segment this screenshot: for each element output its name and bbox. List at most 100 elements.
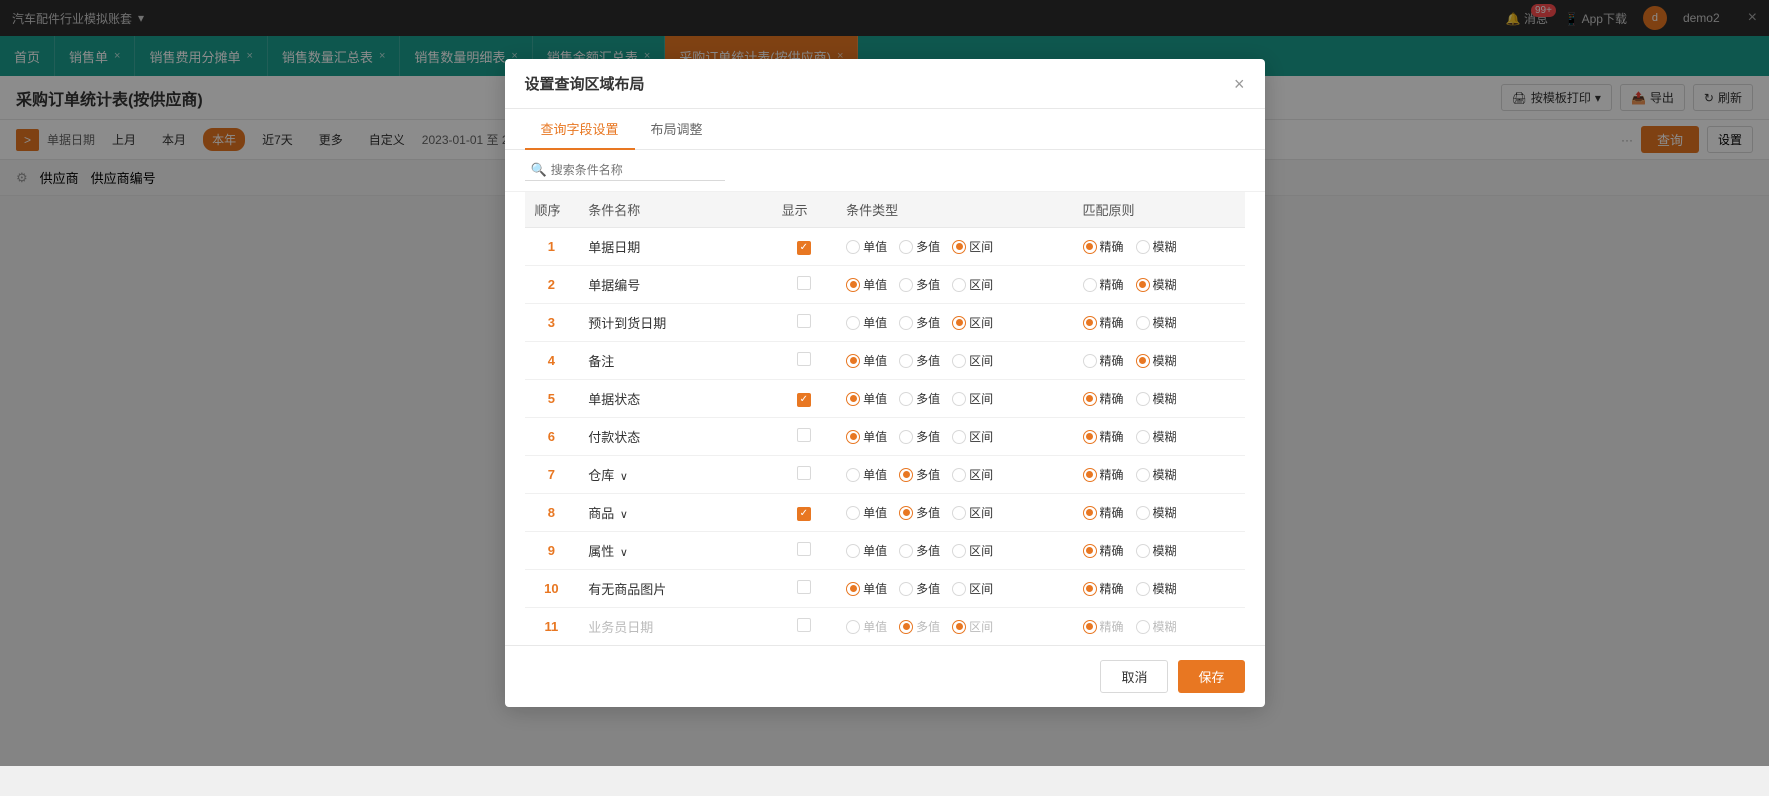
type-single-radio[interactable]: 单值 (846, 580, 887, 597)
type-single-radio[interactable]: 单值 (846, 428, 887, 445)
type-single-radio-circle[interactable] (846, 278, 860, 292)
type-range-radio[interactable]: 区间 (952, 542, 993, 559)
match-exact-radio-circle[interactable] (1083, 430, 1097, 444)
display-checkbox[interactable] (797, 352, 811, 366)
type-range-radio[interactable]: 区间 (952, 428, 993, 445)
match-fuzzy-radio-circle[interactable] (1136, 620, 1150, 634)
row-display[interactable] (772, 570, 836, 608)
type-range-radio[interactable]: 区间 (952, 390, 993, 407)
type-multi-radio[interactable]: 多值 (899, 580, 940, 597)
display-checkbox[interactable] (797, 428, 811, 442)
type-multi-radio-circle[interactable] (899, 544, 913, 558)
type-multi-radio-circle[interactable] (899, 392, 913, 406)
save-button[interactable]: 保存 (1178, 660, 1244, 693)
match-fuzzy-radio[interactable]: 模糊 (1136, 618, 1177, 635)
match-fuzzy-radio-circle[interactable] (1136, 392, 1150, 406)
type-multi-radio-circle[interactable] (899, 582, 913, 596)
match-exact-radio[interactable]: 精确 (1083, 504, 1124, 521)
search-input[interactable] (551, 163, 711, 177)
match-exact-radio[interactable]: 精确 (1083, 542, 1124, 559)
match-fuzzy-radio-circle[interactable] (1136, 506, 1150, 520)
match-fuzzy-radio[interactable]: 模糊 (1136, 314, 1177, 331)
row-display[interactable] (772, 228, 836, 266)
type-range-radio-circle[interactable] (952, 392, 966, 406)
modal-close-button[interactable]: × (1234, 75, 1245, 93)
type-single-radio[interactable]: 单值 (846, 618, 887, 635)
match-exact-radio-circle[interactable] (1083, 506, 1097, 520)
match-fuzzy-radio[interactable]: 模糊 (1136, 276, 1177, 293)
type-single-radio[interactable]: 单值 (846, 542, 887, 559)
row-display[interactable] (772, 418, 836, 456)
match-fuzzy-radio-circle[interactable] (1136, 278, 1150, 292)
display-checkbox[interactable] (797, 241, 811, 255)
row-display[interactable] (772, 342, 836, 380)
match-exact-radio[interactable]: 精确 (1083, 428, 1124, 445)
type-multi-radio-circle[interactable] (899, 620, 913, 634)
match-exact-radio[interactable]: 精确 (1083, 352, 1124, 369)
type-single-radio[interactable]: 单值 (846, 504, 887, 521)
type-single-radio[interactable]: 单值 (846, 276, 887, 293)
type-range-radio-circle[interactable] (952, 620, 966, 634)
display-checkbox[interactable] (797, 542, 811, 556)
type-multi-radio-circle[interactable] (899, 354, 913, 368)
type-multi-radio-circle[interactable] (899, 240, 913, 254)
type-range-radio-circle[interactable] (952, 354, 966, 368)
type-single-radio-circle[interactable] (846, 582, 860, 596)
type-multi-radio[interactable]: 多值 (899, 428, 940, 445)
display-checkbox[interactable] (797, 276, 811, 290)
type-range-radio[interactable]: 区间 (952, 352, 993, 369)
match-exact-radio-circle[interactable] (1083, 392, 1097, 406)
match-exact-radio[interactable]: 精确 (1083, 238, 1124, 255)
match-fuzzy-radio[interactable]: 模糊 (1136, 428, 1177, 445)
type-range-radio-circle[interactable] (952, 582, 966, 596)
type-multi-radio-circle[interactable] (899, 506, 913, 520)
match-fuzzy-radio[interactable]: 模糊 (1136, 542, 1177, 559)
type-range-radio[interactable]: 区间 (952, 504, 993, 521)
match-exact-radio-circle[interactable] (1083, 620, 1097, 634)
type-single-radio-circle[interactable] (846, 316, 860, 330)
type-range-radio[interactable]: 区间 (952, 276, 993, 293)
match-fuzzy-radio[interactable]: 模糊 (1136, 466, 1177, 483)
type-single-radio-circle[interactable] (846, 240, 860, 254)
type-single-radio-circle[interactable] (846, 544, 860, 558)
match-exact-radio[interactable]: 精确 (1083, 580, 1124, 597)
row-display[interactable] (772, 266, 836, 304)
match-fuzzy-radio-circle[interactable] (1136, 316, 1150, 330)
type-multi-radio-circle[interactable] (899, 316, 913, 330)
match-exact-radio-circle[interactable] (1083, 278, 1097, 292)
type-multi-radio[interactable]: 多值 (899, 314, 940, 331)
match-exact-radio[interactable]: 精确 (1083, 314, 1124, 331)
type-range-radio-circle[interactable] (952, 316, 966, 330)
match-fuzzy-radio[interactable]: 模糊 (1136, 390, 1177, 407)
cancel-button[interactable]: 取消 (1100, 660, 1168, 693)
match-exact-radio-circle[interactable] (1083, 316, 1097, 330)
type-multi-radio[interactable]: 多值 (899, 466, 940, 483)
type-range-radio-circle[interactable] (952, 430, 966, 444)
type-single-radio-circle[interactable] (846, 392, 860, 406)
type-single-radio-circle[interactable] (846, 468, 860, 482)
type-multi-radio[interactable]: 多值 (899, 504, 940, 521)
row-display[interactable] (772, 532, 836, 570)
type-single-radio[interactable]: 单值 (846, 238, 887, 255)
type-multi-radio[interactable]: 多值 (899, 352, 940, 369)
type-multi-radio[interactable]: 多值 (899, 542, 940, 559)
row-display[interactable] (772, 380, 836, 418)
match-fuzzy-radio-circle[interactable] (1136, 430, 1150, 444)
match-fuzzy-radio[interactable]: 模糊 (1136, 352, 1177, 369)
row-display[interactable] (772, 608, 836, 646)
modal-tab-query-fields[interactable]: 查询字段设置 (525, 109, 635, 150)
display-checkbox[interactable] (797, 466, 811, 480)
type-multi-radio[interactable]: 多值 (899, 276, 940, 293)
match-exact-radio[interactable]: 精确 (1083, 618, 1124, 635)
type-single-radio[interactable]: 单值 (846, 390, 887, 407)
type-range-radio[interactable]: 区间 (952, 466, 993, 483)
type-range-radio[interactable]: 区间 (952, 580, 993, 597)
match-fuzzy-radio[interactable]: 模糊 (1136, 580, 1177, 597)
match-exact-radio-circle[interactable] (1083, 544, 1097, 558)
type-range-radio-circle[interactable] (952, 468, 966, 482)
match-fuzzy-radio-circle[interactable] (1136, 354, 1150, 368)
type-multi-radio-circle[interactable] (899, 278, 913, 292)
match-exact-radio-circle[interactable] (1083, 468, 1097, 482)
type-single-radio-circle[interactable] (846, 620, 860, 634)
type-range-radio[interactable]: 区间 (952, 618, 993, 635)
